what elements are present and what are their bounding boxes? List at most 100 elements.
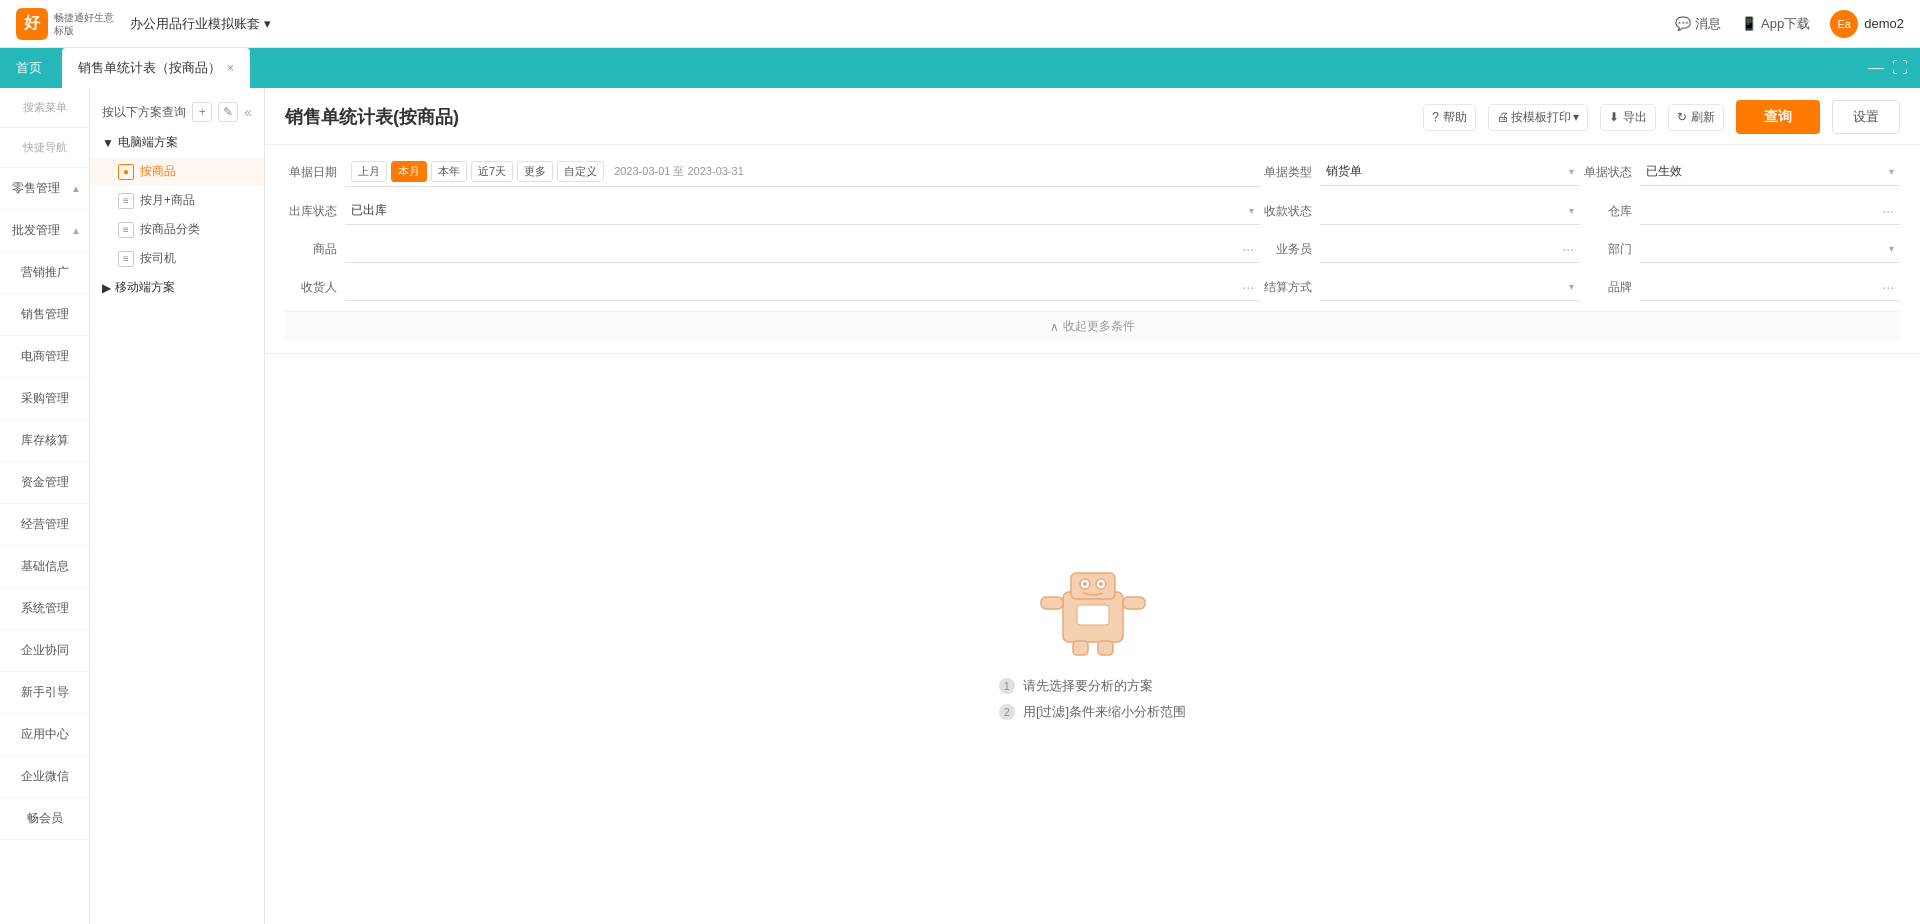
help-button[interactable]: ? 帮助 [1423,104,1476,131]
sidebar-item-sales[interactable]: 销售管理 [0,294,89,336]
sidebar-item-appstore[interactable]: 应用中心 [0,714,89,756]
maximize-button[interactable]: ⛶ [1892,59,1908,77]
main-layout: 搜索菜单 快捷导航 零售管理 ▲ 批发管理 ▲ 营销推广 销售管理 电商管理 采… [0,88,1920,924]
date-btn-last-month[interactable]: 上月 [351,161,387,182]
sidebar-item-purchase[interactable]: 采购管理 [0,378,89,420]
goods-control[interactable]: ··· [345,235,1260,263]
date-btn-more[interactable]: 更多 [517,161,553,182]
doctype-control[interactable]: 销货单 ▾ [1320,158,1580,186]
collapse-filter-button[interactable]: ∧ 收起更多条件 [285,311,1900,341]
doctype-value: 销货单 [1326,163,1565,180]
brand-dots[interactable]: ··· [1882,279,1894,295]
salesman-dots[interactable]: ··· [1562,241,1574,257]
mobile-group-label[interactable]: ▶ 移动端方案 [90,273,264,302]
collapse-arrow: ∧ [1050,320,1059,334]
top-nav-right: 💬 消息 📱 App下载 Ea demo2 [1675,10,1904,38]
settlement-arrow[interactable]: ▾ [1569,281,1574,292]
pc-group-triangle: ▼ [102,136,114,150]
paystatus-control[interactable]: ▾ [1320,197,1580,225]
paystatus-arrow[interactable]: ▾ [1569,205,1574,216]
dept-label: 部门 [1580,241,1640,258]
print-button[interactable]: 🖨 按模板打印 ▾ [1488,104,1588,131]
export-button[interactable]: ⬇ 导出 [1600,104,1656,131]
salesman-control[interactable]: ··· [1320,235,1580,263]
date-range: 2023-03-01 至 2023-03-31 [614,164,744,179]
minimize-button[interactable]: — [1868,59,1884,77]
sidebar-item-member[interactable]: 畅会员 [0,798,89,840]
filter-row-4: 收货人 ··· 结算方式 ▾ 品牌 [285,273,1900,301]
page-header-actions: ? 帮助 🖨 按模板打印 ▾ ⬇ 导出 ↻ 刷新 [1423,100,1900,144]
tree-item-by-month-goods[interactable]: ≡ 按月+商品 [90,186,264,215]
sidebar-item-inventory[interactable]: 库存核算 [0,420,89,462]
solution-collapse-button[interactable]: « [244,104,252,120]
sidebar-item-retail[interactable]: 零售管理 ▲ [0,168,89,210]
query-button[interactable]: 查询 [1736,100,1820,134]
tab-home[interactable]: 首页 [0,48,58,88]
goods-dots[interactable]: ··· [1242,241,1254,257]
dept-control[interactable]: ▾ [1640,235,1900,263]
receiver-control[interactable]: ··· [345,273,1260,301]
tree-item-by-category[interactable]: ≡ 按商品分类 [90,215,264,244]
sidebar-item-quicknav[interactable]: 快捷导航 [0,128,89,168]
app-download-label: App下载 [1761,15,1810,33]
svg-point-5 [1099,582,1103,586]
solution-add-button[interactable]: + [192,102,212,122]
by-category-icon: ≡ [118,222,134,238]
sidebar-item-system[interactable]: 系统管理 [0,588,89,630]
tab-close-icon[interactable]: × [227,61,234,75]
date-btn-7days[interactable]: 近7天 [471,161,513,182]
sidebar-item-management[interactable]: 经营管理 [0,504,89,546]
outstatus-arrow[interactable]: ▾ [1249,205,1254,216]
sidebar-item-wholesale[interactable]: 批发管理 ▲ [0,210,89,252]
filter-goods-field: 商品 ··· [285,235,1260,263]
message-button[interactable]: 💬 消息 [1675,15,1721,33]
main-panel: 销售单统计表(按商品) ? 帮助 🖨 按模板打印 ▾ ⬇ 导出 [265,88,1920,924]
tab-active-label: 销售单统计表（按商品） [78,59,221,77]
solution-edit-button[interactable]: ✎ [218,102,238,122]
tree-item-by-driver[interactable]: ≡ 按司机 [90,244,264,273]
sidebar-item-cooperation[interactable]: 企业协同 [0,630,89,672]
mobile-group-triangle: ▶ [102,281,111,295]
sidebar-item-search[interactable]: 搜索菜单 [0,88,89,128]
logo-icon: 好 [16,8,48,40]
date-control[interactable]: 上月 本月 本年 近7天 更多 自定义 2023-03-01 至 2023-03… [345,157,1260,187]
sidebar-item-finance[interactable]: 资金管理 [0,462,89,504]
brand-control[interactable]: ··· [1640,273,1900,301]
date-btn-this-month[interactable]: 本月 [391,161,427,182]
date-btn-custom[interactable]: 自定义 [557,161,604,182]
settings-button[interactable]: 设置 [1832,100,1900,134]
date-btn-this-year[interactable]: 本年 [431,161,467,182]
message-icon: 💬 [1675,16,1691,31]
user-profile[interactable]: Ea demo2 [1830,10,1904,38]
outstatus-control[interactable]: 已出库 ▾ [345,197,1260,225]
sidebar-item-guide[interactable]: 新手引导 [0,672,89,714]
paystatus-label: 收款状态 [1260,203,1320,220]
tree-item-by-goods[interactable]: ● 按商品 [90,157,264,186]
sidebar-item-ecom[interactable]: 电商管理 [0,336,89,378]
docstatus-arrow[interactable]: ▾ [1889,166,1894,177]
empty-tip-2: 2 用[过滤]条件来缩小分析范围 [999,703,1186,721]
salesman-label: 业务员 [1260,241,1320,258]
sidebar-item-marketing[interactable]: 营销推广 [0,252,89,294]
app-name-dropdown[interactable]: 办公用品行业模拟账套 ▾ [122,11,279,37]
print-dropdown-arrow[interactable]: ▾ [1573,110,1579,124]
warehouse-control[interactable]: ··· [1640,197,1900,225]
by-category-label: 按商品分类 [140,221,200,238]
receiver-dots[interactable]: ··· [1242,279,1254,295]
doctype-arrow[interactable]: ▾ [1569,166,1574,177]
sidebar-item-basic[interactable]: 基础信息 [0,546,89,588]
solution-header-label: 按以下方案查询 [102,104,186,121]
filter-doctype-field: 单据类型 销货单 ▾ [1260,158,1580,186]
refresh-button[interactable]: ↻ 刷新 [1668,104,1724,131]
filter-brand-field: 品牌 ··· [1580,273,1900,301]
warehouse-dots[interactable]: ··· [1882,203,1894,219]
settlement-control[interactable]: ▾ [1320,273,1580,301]
sidebar-item-wechat[interactable]: 企业微信 [0,756,89,798]
pc-group-label[interactable]: ▼ 电脑端方案 [90,128,264,157]
retail-arrow: ▲ [71,183,81,194]
app-download-button[interactable]: 📱 App下载 [1741,15,1810,33]
tab-active[interactable]: 销售单统计表（按商品） × [62,48,250,88]
docstatus-control[interactable]: 已生效 ▾ [1640,158,1900,186]
by-month-goods-icon: ≡ [118,193,134,209]
dept-arrow[interactable]: ▾ [1889,243,1894,254]
